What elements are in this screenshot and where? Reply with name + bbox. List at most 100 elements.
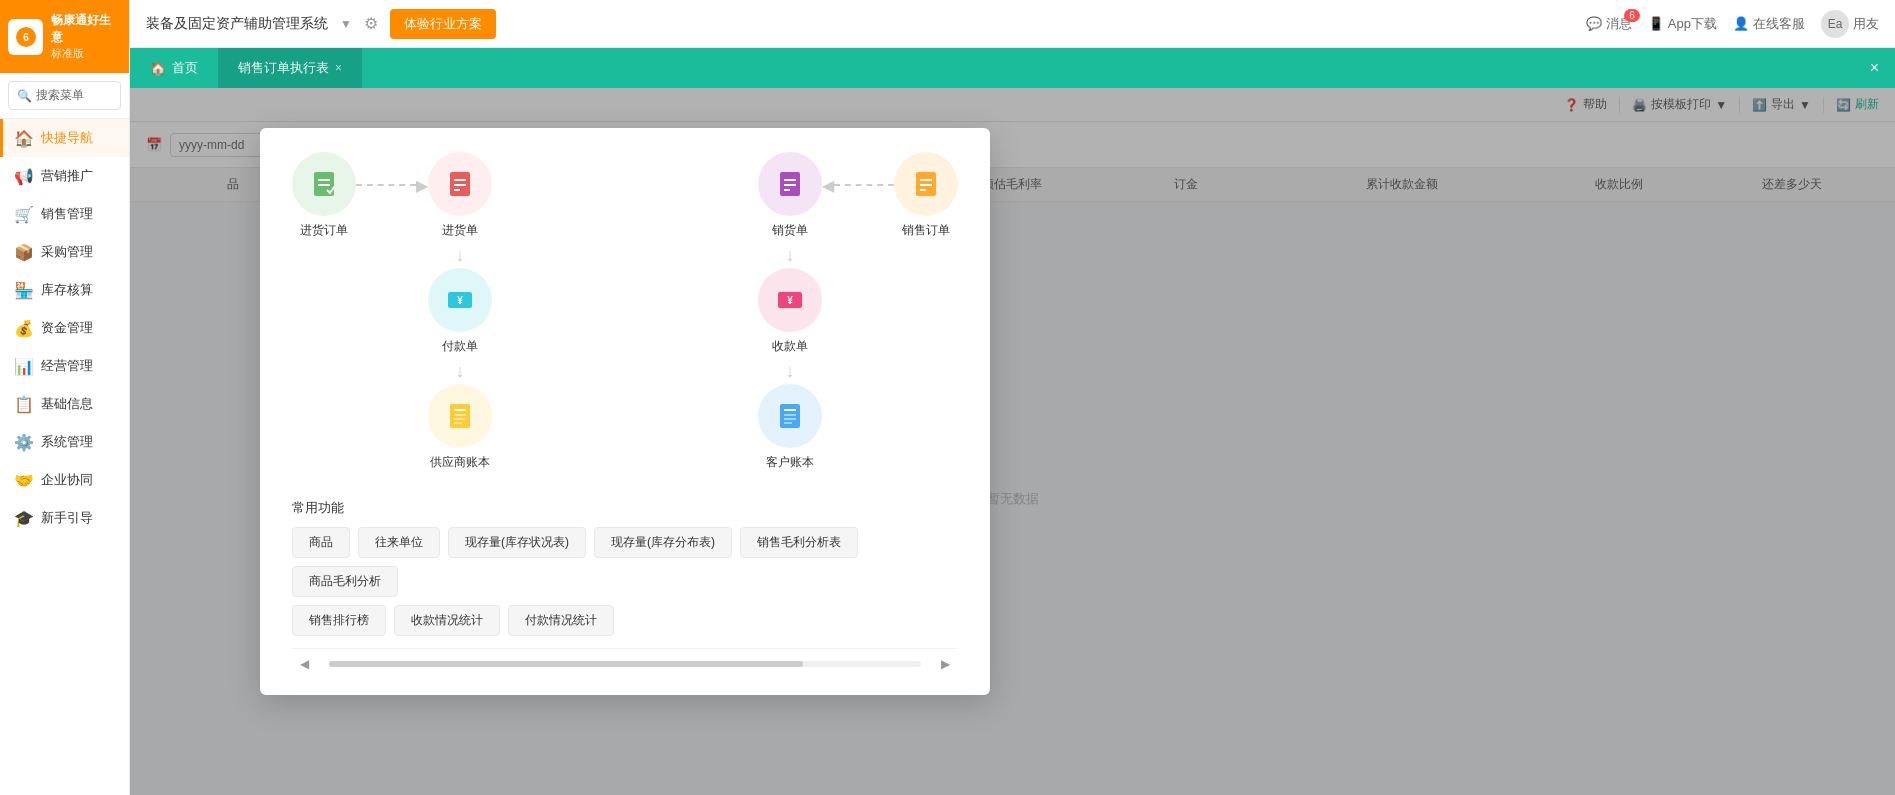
sidebar-item-label: 经营管理 [41, 357, 93, 375]
receipt-circle: ¥ [758, 268, 822, 332]
app-icon: 📱 [1648, 16, 1664, 31]
sales-bill-circle [758, 152, 822, 216]
inventory-icon: 🏪 [15, 281, 33, 299]
modal-overlay[interactable]: 进货订单 ▶ [130, 88, 1895, 795]
svg-text:6: 6 [23, 32, 29, 43]
sidebar-item-label: 销售管理 [41, 205, 93, 223]
newbie-icon: 🎓 [15, 509, 33, 527]
tab-home[interactable]: 🏠 首页 [130, 48, 218, 88]
logo-text: 畅康通好生意 标准版 [51, 12, 121, 61]
flow-node-purchase-order[interactable]: 进货订单 [292, 152, 356, 239]
sidebar-item-basic-info[interactable]: 📋 基础信息 [0, 385, 129, 423]
arrow-down-3: ↓ [786, 245, 795, 266]
supplier-account-label: 供应商账本 [430, 454, 490, 471]
func-btn-product[interactable]: 商品 [292, 527, 350, 558]
main-area: 装备及固定资产辅助管理系统 ▼ ⚙ 体验行业方案 💬 消息 6 📱 App下载 … [130, 0, 1895, 795]
basic-info-icon: 📋 [15, 395, 33, 413]
message-icon: 💬 [1586, 16, 1602, 31]
func-btn-sales-ranking[interactable]: 销售排行榜 [292, 605, 386, 636]
scroll-left-arrow[interactable]: ◀ [292, 657, 317, 671]
message-item[interactable]: 💬 消息 6 [1586, 15, 1632, 33]
func-btn-receipt-stats[interactable]: 收款情况统计 [394, 605, 500, 636]
flow-node-sales-order[interactable]: 销售订单 [894, 152, 958, 239]
operations-icon: 📊 [15, 357, 33, 375]
func-btn-stock-status[interactable]: 现存量(库存状况表) [448, 527, 586, 558]
flow-node-supplier-account[interactable]: 供应商账本 [428, 384, 492, 471]
sidebar-item-system[interactable]: ⚙️ 系统管理 [0, 423, 129, 461]
service-icon: 👤 [1733, 16, 1749, 31]
sales-order-circle [894, 152, 958, 216]
search-menu-button[interactable]: 🔍 搜索菜单 [8, 81, 121, 110]
sidebar-item-inventory[interactable]: 🏪 库存核算 [0, 271, 129, 309]
header-right: 💬 消息 6 📱 App下载 👤 在线客服 Ea 用友 [1586, 10, 1879, 38]
arrow-down-1: ↓ [456, 245, 465, 266]
flow-node-purchase-bill[interactable]: 进货单 [428, 152, 492, 239]
quick-nav-modal: 进货订单 ▶ [260, 128, 990, 695]
flow-col-4: 销售订单 [894, 152, 958, 243]
logo-icon: 6 [8, 19, 43, 55]
sidebar-item-quick-nav[interactable]: 🏠 快捷导航 [0, 119, 129, 157]
func-btn-sales-margin[interactable]: 销售毛利分析表 [740, 527, 858, 558]
sidebar-item-label: 快捷导航 [41, 129, 93, 147]
modal-inner: 进货订单 ▶ [260, 128, 990, 695]
scrollbar-track[interactable] [329, 661, 921, 667]
sidebar-search[interactable]: 🔍 搜索菜单 [0, 73, 129, 119]
receipt-label: 收款单 [772, 338, 808, 355]
flow-node-payment[interactable]: ¥ 付款单 [428, 268, 492, 355]
tab-sales-order[interactable]: 销售订单执行表 × [218, 48, 362, 88]
sidebar-item-label: 营销推广 [41, 167, 93, 185]
func-btn-product-margin[interactable]: 商品毛利分析 [292, 566, 398, 597]
sidebar-item-newbie[interactable]: 🎓 新手引导 [0, 499, 129, 537]
sidebar-item-operations[interactable]: 📊 经营管理 [0, 347, 129, 385]
sidebar-item-sales[interactable]: 🛒 销售管理 [0, 195, 129, 233]
settings-icon[interactable]: ⚙ [364, 14, 378, 33]
sidebar: 6 畅康通好生意 标准版 🔍 搜索菜单 🏠 快捷导航 📢 营销推广 [0, 0, 130, 795]
scroll-right-arrow[interactable]: ▶ [933, 657, 958, 671]
sidebar-item-label: 资金管理 [41, 319, 93, 337]
finance-icon: 💰 [15, 319, 33, 337]
tab-close-icon[interactable]: × [335, 61, 342, 75]
func-btn-payment-stats[interactable]: 付款情况统计 [508, 605, 614, 636]
content-area: ❓ 帮助 🖨️ 按模板打印 ▼ ⬆️ 导出 ▼ [130, 88, 1895, 795]
flow-node-receipt[interactable]: ¥ 收款单 [758, 268, 822, 355]
common-functions: 常用功能 商品 往来单位 现存量(库存状况表) 现存量(库存分布表) 销售毛利分… [292, 499, 958, 636]
dropdown-icon[interactable]: ▼ [340, 17, 352, 31]
online-service-item[interactable]: 👤 在线客服 [1733, 15, 1805, 33]
sidebar-item-finance[interactable]: 💰 资金管理 [0, 309, 129, 347]
func-btn-contacts[interactable]: 往来单位 [358, 527, 440, 558]
flow-col-3: 销货单 ↓ ¥ [758, 152, 822, 475]
user-item[interactable]: Ea 用友 [1821, 10, 1879, 38]
message-badge: 6 [1624, 9, 1640, 22]
arrow-down-4: ↓ [786, 361, 795, 382]
scrollbar-thumb [329, 661, 803, 667]
func-btn-stock-dist[interactable]: 现存量(库存分布表) [594, 527, 732, 558]
modal-scrollbar: ◀ ▶ [292, 648, 958, 679]
sidebar-navigation: 🏠 快捷导航 📢 营销推广 🛒 销售管理 📦 采购管理 🏪 库存核算 💰 [0, 119, 129, 795]
home-tab-icon: 🏠 [150, 61, 166, 76]
enterprise-icon: 🤝 [15, 471, 33, 489]
tab-sales-order-label: 销售订单执行表 [238, 59, 329, 77]
sidebar-item-purchase[interactable]: 📦 采购管理 [0, 233, 129, 271]
svg-text:¥: ¥ [787, 295, 793, 306]
flow-node-customer-account[interactable]: 客户账本 [758, 384, 822, 471]
sidebar-item-label: 采购管理 [41, 243, 93, 261]
arrow-1: ▶ [356, 152, 428, 195]
sidebar-item-marketing[interactable]: 📢 营销推广 [0, 157, 129, 195]
arrow-down-2: ↓ [456, 361, 465, 382]
experience-btn[interactable]: 体验行业方案 [390, 9, 496, 39]
purchase-bill-label: 进货单 [442, 222, 478, 239]
sidebar-item-label: 企业协同 [41, 471, 93, 489]
system-icon: ⚙️ [15, 433, 33, 451]
payment-label: 付款单 [442, 338, 478, 355]
func-buttons: 商品 往来单位 现存量(库存状况表) 现存量(库存分布表) 销售毛利分析表 商品… [292, 527, 958, 597]
top-header: 装备及固定资产辅助管理系统 ▼ ⚙ 体验行业方案 💬 消息 6 📱 App下载 … [130, 0, 1895, 48]
svg-rect-22 [780, 404, 800, 428]
flow-diagram: 进货订单 ▶ [292, 152, 958, 475]
customer-account-label: 客户账本 [766, 454, 814, 471]
sidebar-item-enterprise[interactable]: 🤝 企业协同 [0, 461, 129, 499]
flow-node-sales-bill[interactable]: 销货单 [758, 152, 822, 239]
app-download-item[interactable]: 📱 App下载 [1648, 15, 1717, 33]
common-functions-title: 常用功能 [292, 499, 958, 517]
sidebar-item-label: 系统管理 [41, 433, 93, 451]
window-close-icon[interactable]: × [1870, 59, 1879, 77]
